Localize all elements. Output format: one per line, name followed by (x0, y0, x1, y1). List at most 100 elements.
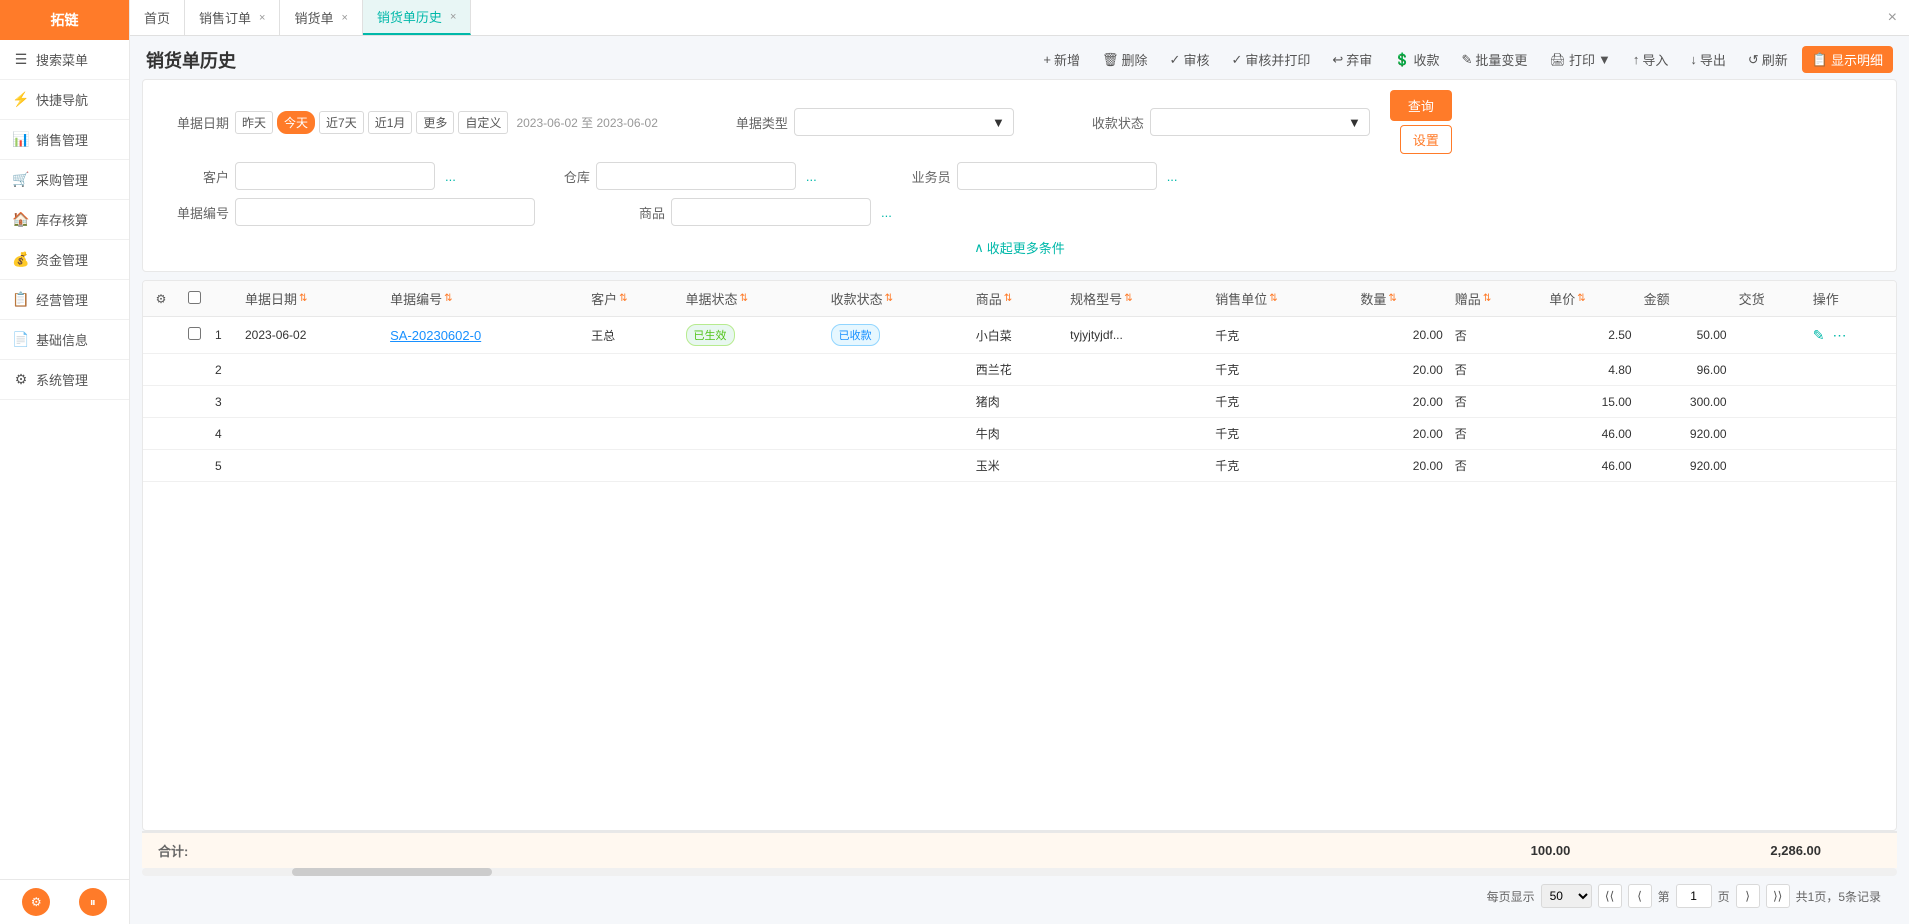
page-header: 销货单历史 + 新增 🗑 删除 ✓ 审核 ✓ 审核并打印 (130, 36, 1909, 79)
select-all-checkbox[interactable] (188, 291, 201, 304)
abandon-button[interactable]: ↩ 弃审 (1324, 46, 1380, 73)
query-button[interactable]: 查询 (1390, 90, 1452, 121)
sidebar-bottom-btn-2[interactable]: ⏸ (79, 888, 107, 916)
filter-salesperson-item: 业务员 ... (881, 162, 1182, 190)
import-button[interactable]: ↑ 导入 (1625, 46, 1677, 73)
sort-customer-icon: ⇅ (619, 293, 627, 304)
sidebar-item-search-menu[interactable]: ☰ 搜索菜单 (0, 40, 129, 80)
footer-values: 100.00 2,286.00 (238, 843, 1881, 858)
sidebar-item-system-mgmt[interactable]: ⚙ 系统管理 (0, 360, 129, 400)
refresh-button[interactable]: ↺ 刷新 (1740, 46, 1796, 73)
sidebar-item-sales-mgmt[interactable]: 📊 销售管理 (0, 120, 129, 160)
sort-unit-price[interactable]: 单价 ⇅ (1549, 289, 1631, 308)
sort-customer[interactable]: 客户 ⇅ (591, 289, 673, 308)
sidebar-item-quick-nav[interactable]: ⚡ 快捷导航 (0, 80, 129, 120)
tab-sales-goods-close[interactable]: × (341, 12, 347, 24)
print-button[interactable]: 🖨 打印 ▼ (1541, 46, 1618, 73)
total-info: 共1页，5条记录 (1796, 888, 1881, 905)
row-goods: 西兰花 (970, 354, 1064, 386)
row-doc-date (239, 450, 384, 482)
row-unit-price: 2.50 (1543, 317, 1637, 354)
doc-no-link[interactable]: SA-20230602-0 (390, 328, 481, 343)
sort-doc-no[interactable]: 单据编号 ⇅ (390, 289, 579, 308)
page-last-btn[interactable]: ⟩⟩ (1766, 884, 1790, 908)
collect-button[interactable]: 💲 收款 (1386, 46, 1447, 73)
collapse-button[interactable]: ∧ 收起更多条件 (974, 234, 1065, 261)
row-doc-no (384, 354, 585, 386)
salesperson-input[interactable] (957, 162, 1157, 190)
customer-input[interactable] (235, 162, 435, 190)
sidebar-item-purchase-mgmt[interactable]: 🛒 采购管理 (0, 160, 129, 200)
date-btn-last7days[interactable]: 近7天 (319, 111, 364, 134)
tab-sales-goods[interactable]: 销货单 × (280, 0, 362, 35)
goods-ellipsis[interactable]: ... (877, 205, 896, 220)
batch-change-button[interactable]: ✎ 批量变更 (1454, 46, 1536, 73)
doc-type-label: 单据类型 (718, 113, 788, 132)
edit-icon[interactable]: ✎ (1813, 327, 1825, 344)
sort-goods[interactable]: 商品 ⇅ (976, 289, 1058, 308)
date-btn-last1month[interactable]: 近1月 (368, 111, 413, 134)
review-button[interactable]: ✓ 审核 (1162, 46, 1218, 73)
row-goods: 牛肉 (970, 418, 1064, 450)
sidebar-item-basic-info[interactable]: 📄 基础信息 (0, 320, 129, 360)
sort-collect-status[interactable]: 收款状态 ⇅ (831, 289, 964, 308)
page-next-btn[interactable]: ⟩ (1736, 884, 1760, 908)
date-btn-yesterday[interactable]: 昨天 (235, 111, 273, 134)
page-number-input[interactable] (1676, 884, 1712, 908)
review-print-button[interactable]: ✓ 审核并打印 (1223, 46, 1318, 73)
delete-button[interactable]: 🗑 删除 (1094, 46, 1156, 73)
doc-type-select[interactable]: ▼ (794, 108, 1014, 136)
scrollbar-thumb[interactable] (292, 868, 492, 876)
row-unit: 千克 (1209, 354, 1354, 386)
customer-ellipsis[interactable]: ... (441, 169, 460, 184)
sidebar-item-finance[interactable]: 💰 资金管理 (0, 240, 129, 280)
row-spec (1064, 450, 1209, 482)
collect-status-select[interactable]: ▼ (1150, 108, 1370, 136)
date-btn-more[interactable]: 更多 (416, 111, 454, 134)
warehouse-input[interactable] (596, 162, 796, 190)
col-unit: 销售单位 ⇅ (1209, 281, 1354, 317)
horizontal-scrollbar[interactable] (142, 868, 1897, 876)
row-settings (143, 317, 179, 354)
salesperson-ellipsis[interactable]: ... (1163, 169, 1182, 184)
tab-sales-history[interactable]: 销货单历史 × (363, 0, 471, 35)
col-customer: 客户 ⇅ (585, 281, 679, 317)
sort-spec[interactable]: 规格型号 ⇅ (1070, 289, 1203, 308)
warehouse-ellipsis[interactable]: ... (802, 169, 821, 184)
export-button[interactable]: ↓ 导出 (1682, 46, 1734, 73)
system-mgmt-icon: ⚙ (12, 371, 30, 388)
more-icon[interactable]: ⋯ (1832, 327, 1846, 344)
row-gift: 否 (1449, 450, 1543, 482)
row-checkbox[interactable] (188, 327, 201, 340)
setting-button[interactable]: 设置 (1400, 125, 1452, 154)
sort-qty[interactable]: 数量 ⇅ (1360, 289, 1442, 308)
page-first-btn[interactable]: ⟨⟨ (1598, 884, 1622, 908)
doc-no-input[interactable] (235, 198, 535, 226)
sort-goods-icon: ⇅ (1004, 293, 1012, 304)
show-detail-button[interactable]: 📋 显示明细 (1802, 46, 1893, 73)
sidebar-item-inventory[interactable]: 🏠 库存核算 (0, 200, 129, 240)
tab-sales-history-close[interactable]: × (450, 11, 456, 23)
tab-sales-order-close[interactable]: × (259, 12, 265, 24)
page-prev-btn[interactable]: ⟨ (1628, 884, 1652, 908)
row-gift: 否 (1449, 317, 1543, 354)
tab-bar-close-btn[interactable]: × (1876, 9, 1909, 27)
sidebar-bottom-btn-1[interactable]: ⚙ (22, 888, 50, 916)
col-qty: 数量 ⇅ (1354, 281, 1448, 317)
col-settings[interactable]: ⚙ (143, 281, 179, 317)
goods-input[interactable] (671, 198, 871, 226)
sort-unit[interactable]: 销售单位 ⇅ (1215, 289, 1348, 308)
sort-doc-status[interactable]: 单据状态 ⇅ (686, 289, 819, 308)
sort-gift[interactable]: 赠品 ⇅ (1455, 289, 1537, 308)
col-unit-price: 单价 ⇅ (1543, 281, 1637, 317)
per-page-select[interactable]: 50 100 200 (1541, 884, 1592, 908)
tab-home[interactable]: 首页 (130, 0, 185, 35)
date-btn-custom[interactable]: 自定义 (458, 111, 508, 134)
delete-icon: 🗑 (1102, 52, 1119, 68)
sort-doc-date[interactable]: 单据日期 ⇅ (245, 289, 378, 308)
sidebar-item-label: 销售管理 (36, 130, 88, 149)
tab-sales-order[interactable]: 销售订单 × (185, 0, 280, 35)
new-button[interactable]: + 新增 (1035, 46, 1088, 73)
date-btn-today[interactable]: 今天 (277, 111, 315, 134)
sidebar-item-operations[interactable]: 📋 经营管理 (0, 280, 129, 320)
